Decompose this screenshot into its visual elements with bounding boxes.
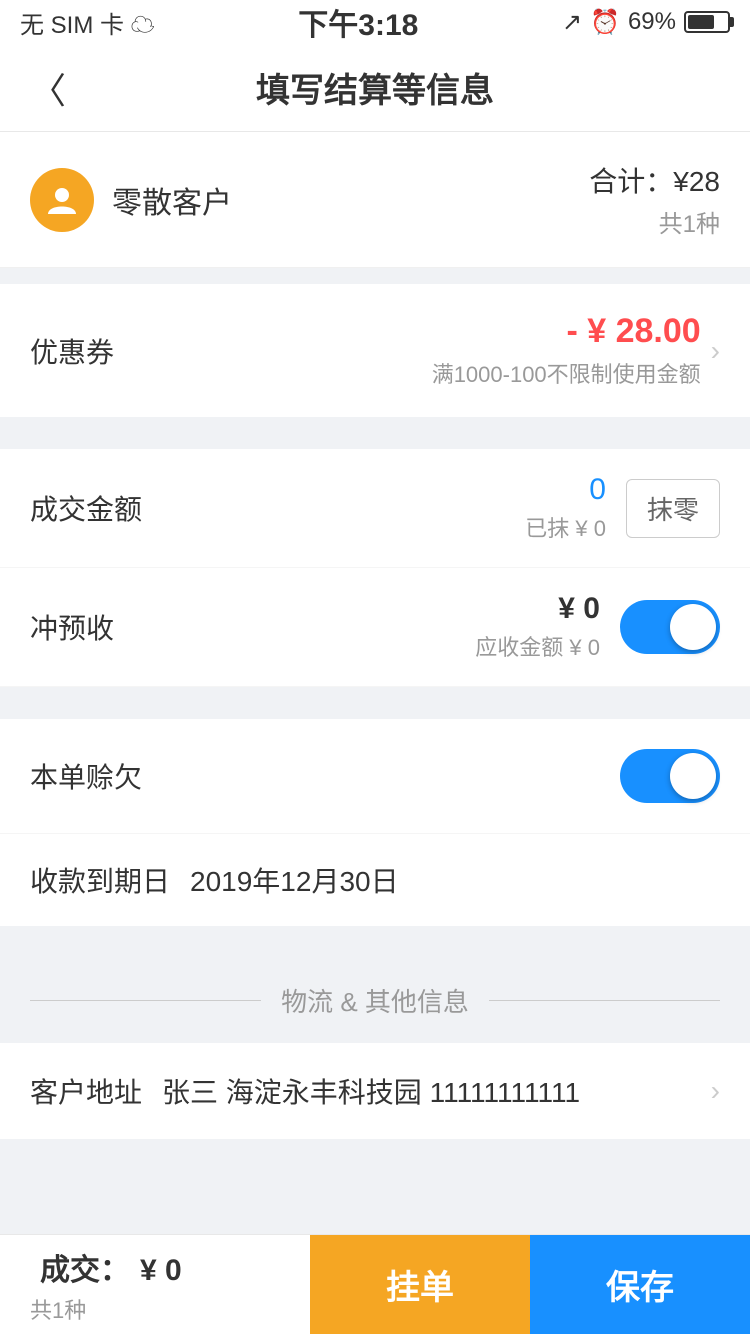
prepayment-right: ¥ 0 应收金额 ¥ 0 [475, 592, 720, 662]
credit-toggle[interactable] [620, 749, 720, 803]
address-label: 客户地址 [30, 1071, 142, 1111]
location-icon: ↗ [562, 8, 582, 37]
bottom-info: 成交： ¥ 0 共1种 [0, 1245, 310, 1325]
prepayment-sub: 应收金额 ¥ 0 [475, 630, 600, 662]
transaction-section: 成交金额 0 已抹 ¥ 0 抹零 冲预收 ¥ 0 应收金额 ¥ 0 [0, 449, 750, 687]
prepayment-label: 冲预收 [30, 607, 114, 647]
logistics-line-left [30, 1000, 261, 1001]
nav-bar: 〈 填写结算等信息 [0, 44, 750, 132]
coupon-right: - ¥ 28.00 满1000-100不限制使用金额 [432, 312, 701, 389]
due-date-value: 2019年12月30日 [190, 860, 399, 900]
coupon-row[interactable]: 优惠券 - ¥ 28.00 满1000-100不限制使用金额 › [0, 284, 750, 417]
customer-section: 零散客户 合计：¥28 共1种 [0, 132, 750, 268]
divider-4 [0, 1155, 750, 1171]
bottom-deal-line: 成交： ¥ 0 [30, 1245, 280, 1289]
prepayment-row: 冲预收 ¥ 0 应收金额 ¥ 0 [0, 568, 750, 687]
transaction-value: 0 [525, 473, 606, 507]
page-title: 填写结算等信息 [256, 63, 494, 112]
coupon-desc: 满1000-100不限制使用金额 [432, 357, 701, 389]
bottom-bar: 成交： ¥ 0 共1种 挂单 保存 [0, 1234, 750, 1334]
divider-2 [0, 703, 750, 719]
logistics-header: 物流 & 其他信息 [0, 958, 750, 1043]
customer-count: 共1种 [589, 204, 720, 239]
battery-icon [684, 11, 730, 33]
sim-label: 无 SIM 卡 ☁ [20, 5, 155, 40]
prepayment-value: ¥ 0 [475, 592, 600, 626]
alarm-icon: ⏰ [590, 8, 620, 37]
customer-left: 零散客户 [30, 168, 232, 232]
address-row[interactable]: 客户地址 张三 海淀永丰科技园 11111111111 › [0, 1043, 750, 1139]
logistics-line-right [489, 1000, 720, 1001]
round-button[interactable]: 抹零 [626, 479, 720, 538]
already-rounded: 已抹 ¥ 0 [525, 511, 606, 543]
address-value: 张三 海淀永丰科技园 11111111111 [162, 1071, 691, 1111]
divider-3 [0, 942, 750, 958]
customer-avatar [30, 168, 94, 232]
credit-row: 本单赊欠 [0, 719, 750, 833]
coupon-label: 优惠券 [30, 331, 114, 371]
credit-label: 本单赊欠 [30, 756, 142, 796]
customer-row: 零散客户 合计：¥28 共1种 [0, 132, 750, 268]
deal-label: 成交： [40, 1254, 130, 1287]
status-time: 下午3:18 [298, 0, 418, 44]
credit-section: 本单赊欠 收款到期日 2019年12月30日 [0, 719, 750, 926]
prepayment-toggle[interactable] [620, 600, 720, 654]
bottom-count: 共1种 [30, 1293, 280, 1325]
hold-button[interactable]: 挂单 [310, 1235, 530, 1334]
save-button[interactable]: 保存 [530, 1235, 750, 1334]
status-bar: 无 SIM 卡 ☁ 下午3:18 ↗ ⏰ 69% [0, 0, 750, 44]
transaction-right: 0 已抹 ¥ 0 抹零 [525, 473, 720, 543]
prepayment-value-block: ¥ 0 应收金额 ¥ 0 [475, 592, 600, 662]
address-arrow-icon: › [711, 1075, 720, 1107]
divider-1 [0, 433, 750, 449]
transaction-row: 成交金额 0 已抹 ¥ 0 抹零 [0, 449, 750, 568]
back-button[interactable]: 〈 [30, 62, 66, 114]
due-date-label: 收款到期日 [30, 860, 170, 900]
logistics-label: 物流 & 其他信息 [281, 982, 469, 1019]
battery-percent: 69% [628, 8, 676, 36]
coupon-arrow-icon: › [711, 335, 720, 367]
customer-total: 合计：¥28 [589, 160, 720, 200]
transaction-value-block: 0 已抹 ¥ 0 [525, 473, 606, 543]
credit-toggle-knob [670, 753, 716, 799]
due-date-row: 收款到期日 2019年12月30日 [0, 833, 750, 926]
coupon-amount: - ¥ 28.00 [432, 312, 701, 351]
customer-name: 零散客户 [112, 178, 232, 222]
coupon-section[interactable]: 优惠券 - ¥ 28.00 满1000-100不限制使用金额 › [0, 284, 750, 417]
address-section[interactable]: 客户地址 张三 海淀永丰科技园 11111111111 › [0, 1043, 750, 1139]
transaction-label: 成交金额 [30, 488, 142, 528]
content-area: 零散客户 合计：¥28 共1种 优惠券 - ¥ 28.00 满1000-100不… [0, 132, 750, 1291]
toggle-knob [670, 604, 716, 650]
customer-summary: 合计：¥28 共1种 [589, 160, 720, 239]
status-left: 无 SIM 卡 ☁ [20, 5, 155, 40]
status-right: ↗ ⏰ 69% [562, 8, 730, 37]
deal-value: ¥ 0 [140, 1254, 182, 1287]
